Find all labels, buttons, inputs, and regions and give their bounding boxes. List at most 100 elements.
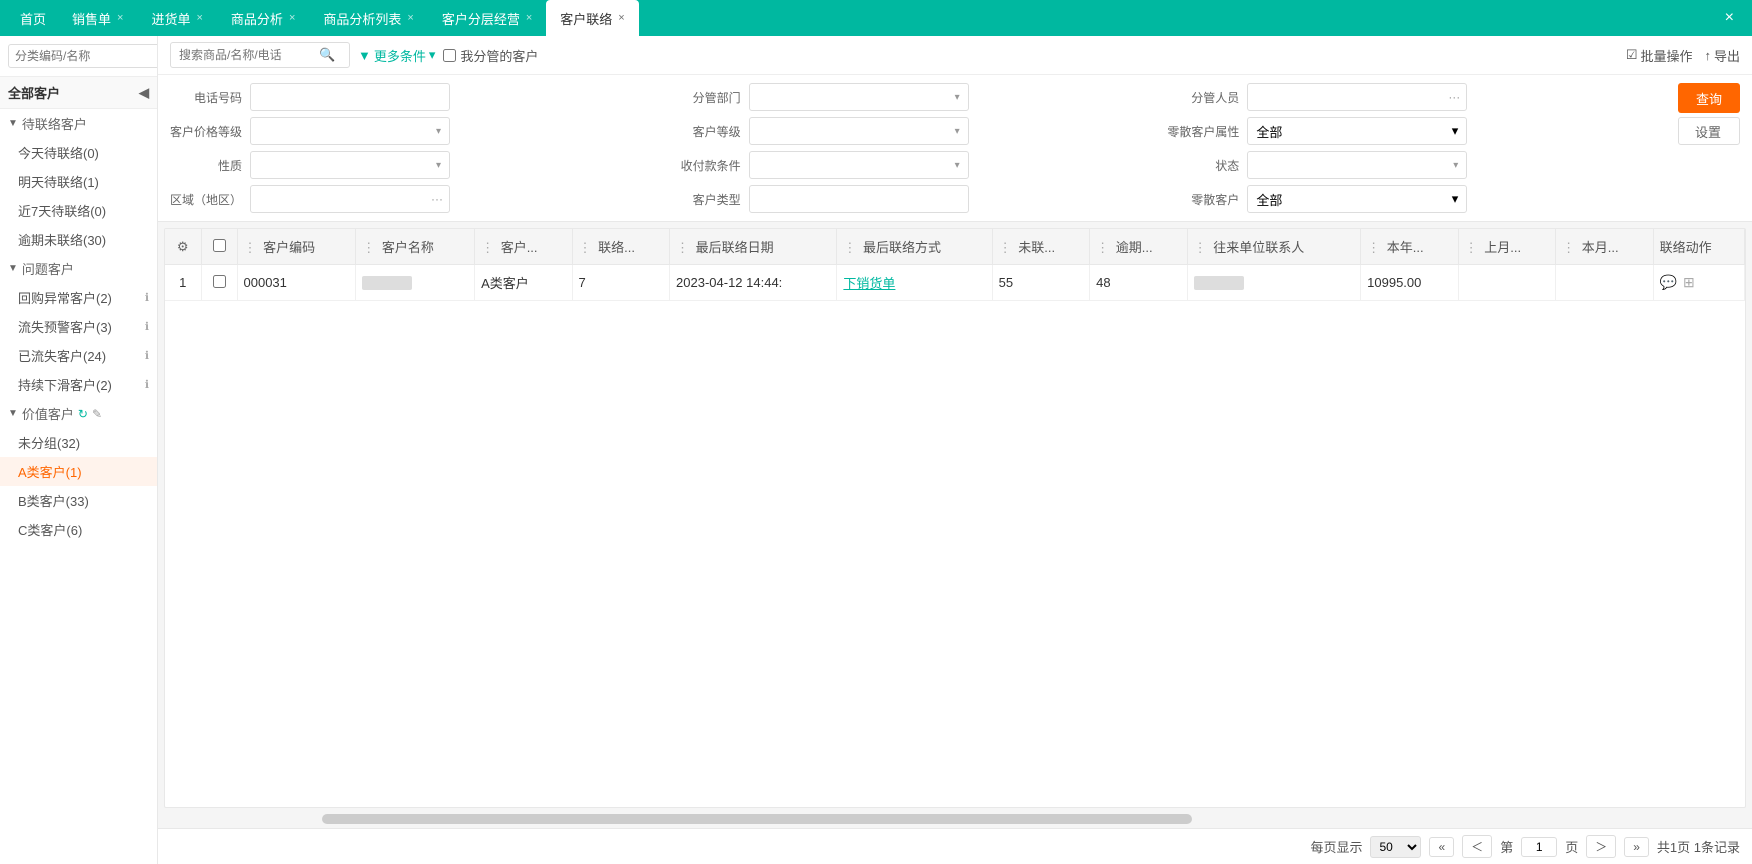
row-select-checkbox[interactable]	[213, 275, 226, 288]
dept-label: 分管部门	[669, 89, 749, 106]
group-pending-contact[interactable]: ▼ 待联络客户	[0, 109, 157, 138]
sidebar-item-lost[interactable]: 已流失客户(24) ℹ	[0, 341, 157, 370]
nav-tab-purchase[interactable]: 进货单 ×	[137, 0, 216, 36]
customer-level-select[interactable]: ▾	[749, 117, 969, 145]
col-last-method: ⋮ 最后联络方式	[837, 229, 992, 265]
top-nav-right: ×	[1715, 9, 1744, 27]
sidebar-item-declining[interactable]: 持续下滑客户(2) ℹ	[0, 370, 157, 399]
person-more-icon[interactable]: ···	[1442, 90, 1466, 104]
first-page-button[interactable]: «	[1429, 837, 1454, 857]
info-icon-2[interactable]: ℹ	[145, 320, 149, 333]
customer-type-select[interactable]	[749, 185, 969, 213]
phone-input[interactable]	[250, 83, 450, 111]
info-icon-4[interactable]: ℹ	[145, 378, 149, 391]
sidebar-item-unclassified[interactable]: 未分组(32)	[0, 428, 157, 457]
region-more-icon[interactable]: ···	[425, 192, 449, 206]
all-customers-header[interactable]: 全部客户 ◀	[0, 77, 157, 109]
col-code: ⋮ 客户编码	[237, 229, 356, 265]
chat-action-icon[interactable]: 💬	[1660, 274, 1677, 291]
nav-tab-analysis[interactable]: 商品分析 ×	[217, 0, 309, 36]
query-button[interactable]: 查询	[1678, 83, 1740, 113]
group-value-customers[interactable]: ▼ 价值客户 ↻ ✎	[0, 399, 157, 428]
close-segment-tab[interactable]: ×	[526, 12, 532, 24]
row-name: Ea	[356, 265, 475, 301]
top-navigation: 首页 销售单 × 进货单 × 商品分析 × 商品分析列表 × 客户分层经营 × …	[0, 0, 1752, 36]
nav-tab-analysis-list[interactable]: 商品分析列表 ×	[309, 0, 427, 36]
price-level-select[interactable]: ▾	[250, 117, 450, 145]
grid-action-icon[interactable]: ⊞	[1683, 274, 1695, 291]
next-page-button[interactable]: ＞	[1586, 835, 1616, 858]
sidebar-item-a-class[interactable]: A类客户(1)	[0, 457, 157, 486]
row-this-month	[1556, 265, 1653, 301]
per-page-select[interactable]: 50 100 200	[1370, 836, 1421, 858]
sidebar-item-loss-warning[interactable]: 流失预警客户(3) ℹ	[0, 312, 157, 341]
sidebar-item-overdue[interactable]: 逾期未联络(30)	[0, 225, 157, 254]
close-analysis-list-tab[interactable]: ×	[407, 12, 413, 24]
nav-home[interactable]: 首页	[8, 0, 58, 36]
dept-select[interactable]: ▾	[749, 83, 969, 111]
payment-select[interactable]: ▾	[749, 151, 969, 179]
status-select[interactable]: ▾	[1247, 151, 1467, 179]
table-settings-col[interactable]: ⚙	[165, 229, 201, 265]
scrollbar-thumb	[322, 814, 1192, 824]
my-customers-checkbox-container[interactable]: 我分管的客户	[443, 46, 538, 65]
close-purchase-tab[interactable]: ×	[196, 12, 202, 24]
search-button-icon[interactable]: 🔍	[319, 47, 335, 63]
sidebar-item-tomorrow[interactable]: 明天待联络(1)	[0, 167, 157, 196]
arrow-icon-value: ▼	[8, 408, 18, 419]
more-filters-button[interactable]: ▼ 更多条件 ▾	[358, 46, 435, 65]
sidebar: 🔍 全部客户 ◀ ▼ 待联络客户 今天待联络(0) 明天待联络(1) 近7天待联…	[0, 36, 158, 864]
horizontal-scrollbar[interactable]	[164, 814, 1746, 824]
prev-page-button[interactable]: ＜	[1462, 835, 1492, 858]
nav-tab-customer-segment[interactable]: 客户分层经营 ×	[428, 0, 546, 36]
nav-tab-sales[interactable]: 销售单 ×	[58, 0, 137, 36]
nature-arrow: ▾	[436, 160, 441, 171]
close-analysis-tab[interactable]: ×	[289, 12, 295, 24]
filter-caret: ▾	[429, 47, 436, 63]
sidebar-search-input[interactable]	[8, 44, 158, 68]
close-sales-tab[interactable]: ×	[117, 12, 123, 24]
filter-status: 状态 ▾	[1167, 151, 1666, 179]
row-unit-contact: RE .	[1187, 265, 1361, 301]
sidebar-item-today[interactable]: 今天待联络(0)	[0, 138, 157, 167]
nav-tab-customer-contact[interactable]: 客户联络 ×	[546, 0, 638, 36]
filter-phone: 电话号码	[170, 83, 669, 111]
last-method-link[interactable]: 下销货单	[843, 276, 895, 291]
retail-customer-select[interactable]: 全部 ▾	[1247, 185, 1467, 213]
export-button[interactable]: ↑ 导出	[1704, 46, 1740, 65]
collapse-icon[interactable]: ◀	[139, 85, 149, 101]
my-customers-checkbox[interactable]	[443, 49, 456, 62]
settings-button[interactable]: 设置	[1678, 117, 1740, 145]
col-not-contact: ⋮ 未联...	[992, 229, 1089, 265]
page-input[interactable]	[1521, 837, 1557, 857]
region-label: 区域（地区）	[170, 191, 250, 208]
table-settings-gear[interactable]: ⚙	[174, 238, 192, 256]
batch-operation-button[interactable]: ☑ 批量操作	[1626, 46, 1693, 65]
edit-value-icon[interactable]: ✎	[92, 407, 102, 421]
info-icon-1[interactable]: ℹ	[145, 291, 149, 304]
search-input[interactable]	[179, 48, 319, 62]
sidebar-item-7days[interactable]: 近7天待联络(0)	[0, 196, 157, 225]
per-page-label: 每页显示	[1310, 837, 1362, 856]
col-last-date: ⋮ 最后联络日期	[670, 229, 837, 265]
person-input[interactable]	[1248, 90, 1442, 104]
sidebar-item-repurchase-abnormal[interactable]: 回购异常客户(2) ℹ	[0, 283, 157, 312]
region-input[interactable]	[251, 192, 425, 206]
row-last-month	[1458, 265, 1555, 301]
filter-customer-level: 客户等级 ▾	[669, 117, 1168, 145]
close-all-button[interactable]: ×	[1715, 9, 1744, 27]
sidebar-item-b-class[interactable]: B类客户(33)	[0, 486, 157, 515]
info-icon-3[interactable]: ℹ	[145, 349, 149, 362]
nature-select[interactable]: ▾	[250, 151, 450, 179]
payment-label: 收付款条件	[669, 157, 749, 174]
sidebar-item-c-class[interactable]: C类客户(6)	[0, 515, 157, 544]
export-icon: ↑	[1704, 48, 1711, 63]
col-this-year: ⋮ 本年...	[1361, 229, 1458, 265]
retail-attr-select[interactable]: 全部 ▾	[1247, 117, 1467, 145]
group-problem-customers[interactable]: ▼ 问题客户	[0, 254, 157, 283]
close-contact-tab[interactable]: ×	[618, 12, 624, 24]
last-page-button[interactable]: »	[1624, 837, 1649, 857]
refresh-value-icon[interactable]: ↻	[78, 407, 88, 421]
content-area: 🔍 ▼ 更多条件 ▾ 我分管的客户 ☑ 批量操作 ↑ 导出	[158, 36, 1752, 864]
select-all-checkbox[interactable]	[213, 239, 226, 252]
